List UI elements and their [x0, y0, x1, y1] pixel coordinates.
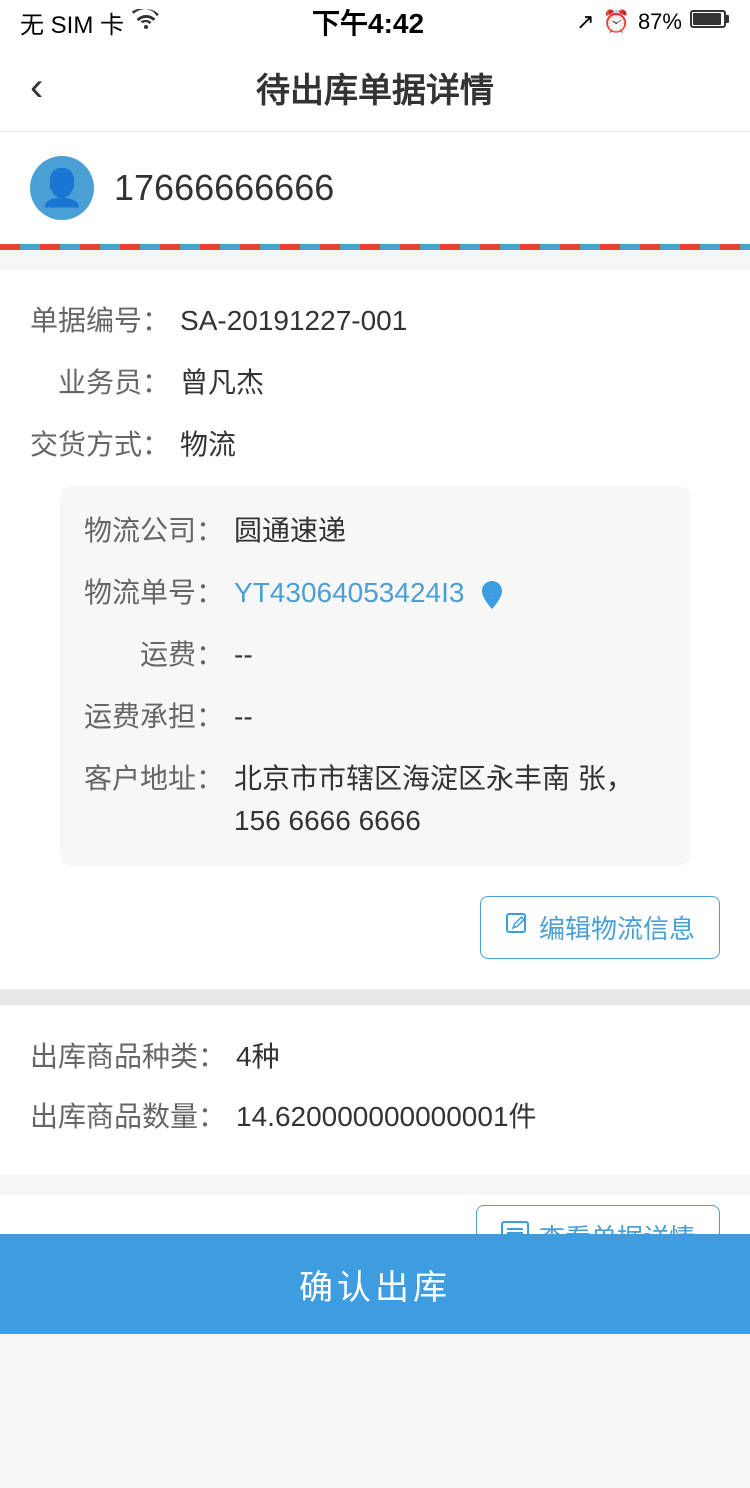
goods-section: 出库商品种类： 4种 出库商品数量： 14.620000000000001件 — [0, 1005, 750, 1175]
order-info-section: 单据编号： SA-20191227-001 业务员： 曾凡杰 交货方式： 物流 … — [0, 270, 750, 989]
edit-btn-container: 编辑物流信息 — [30, 876, 720, 969]
customer-phone: 17666666666 — [114, 167, 334, 209]
freight-bearer-label: 运费承担： — [84, 696, 224, 738]
avatar: 👤 — [30, 156, 94, 220]
logistics-tracking-value: YT43064053424I3 — [234, 572, 666, 614]
carrier-text: 无 SIM 卡 — [20, 5, 124, 40]
confirm-btn-container: 确认出库 — [0, 1234, 750, 1334]
address-row: 客户地址： 北京市市辖区海淀区永丰南 张，156 6666 6666 — [84, 758, 666, 842]
address-label: 客户地址： — [84, 758, 224, 800]
logistics-tracking-row: 物流单号： YT43064053424I3 — [84, 572, 666, 614]
wifi-icon — [132, 8, 160, 36]
delivery-method-value: 物流 — [180, 424, 720, 466]
logistics-company-row: 物流公司： 圆通速递 — [84, 510, 666, 552]
freight-bearer-row: 运费承担： -- — [84, 696, 666, 738]
goods-quantity-value: 14.620000000000001件 — [236, 1095, 537, 1135]
logistics-company-value: 圆通速递 — [234, 510, 666, 552]
logistics-card: 物流公司： 圆通速递 物流单号： YT43064053424I3 运费： -- … — [60, 486, 690, 866]
salesman-value: 曾凡杰 — [180, 362, 720, 404]
page-title: 待出库单据详情 — [256, 63, 494, 112]
edit-btn-label: 编辑物流信息 — [539, 909, 695, 946]
logistics-company-label: 物流公司： — [84, 510, 224, 552]
freight-value: -- — [234, 634, 666, 676]
goods-types-row: 出库商品种类： 4种 — [30, 1035, 720, 1075]
section-separator — [0, 989, 750, 1005]
customer-section: 👤 17666666666 — [0, 132, 750, 244]
delivery-method-label: 交货方式： — [30, 424, 170, 466]
delivery-method-row: 交货方式： 物流 — [30, 424, 720, 466]
freight-label: 运费： — [84, 634, 224, 676]
edit-icon — [505, 912, 529, 943]
back-button[interactable]: ‹ — [30, 65, 43, 110]
status-bar-left: 无 SIM 卡 — [20, 5, 160, 40]
location-icon[interactable] — [476, 577, 508, 609]
status-bar-time: 下午4:42 — [312, 2, 424, 42]
battery-icon — [690, 9, 730, 35]
salesman-row: 业务员： 曾凡杰 — [30, 362, 720, 404]
dashed-divider — [0, 244, 750, 250]
freight-row: 运费： -- — [84, 634, 666, 676]
freight-bearer-value: -- — [234, 696, 666, 738]
order-no-label: 单据编号： — [30, 300, 170, 342]
avatar-icon: 👤 — [40, 167, 85, 209]
status-bar-right: ↗ ⏰ 87% — [576, 9, 730, 35]
goods-quantity-label: 出库商品数量： — [30, 1095, 226, 1135]
status-bar: 无 SIM 卡 下午4:42 ↗ ⏰ 87% — [0, 0, 750, 44]
address-value: 北京市市辖区海淀区永丰南 张，156 6666 6666 — [234, 758, 666, 842]
order-no-row: 单据编号： SA-20191227-001 — [30, 300, 720, 342]
alarm-icon: ⏰ — [603, 9, 630, 35]
goods-types-value: 4种 — [236, 1035, 280, 1075]
logistics-tracking-label: 物流单号： — [84, 572, 224, 614]
order-no-value: SA-20191227-001 — [180, 300, 720, 342]
goods-quantity-row: 出库商品数量： 14.620000000000001件 — [30, 1095, 720, 1135]
location-indicator: ↗ — [576, 9, 594, 35]
edit-logistics-button[interactable]: 编辑物流信息 — [480, 896, 720, 959]
salesman-label: 业务员： — [30, 362, 170, 404]
confirm-outbound-button[interactable]: 确认出库 — [0, 1234, 750, 1334]
goods-types-label: 出库商品种类： — [30, 1035, 226, 1075]
battery-text: 87% — [638, 9, 682, 35]
nav-bar: ‹ 待出库单据详情 — [0, 44, 750, 132]
